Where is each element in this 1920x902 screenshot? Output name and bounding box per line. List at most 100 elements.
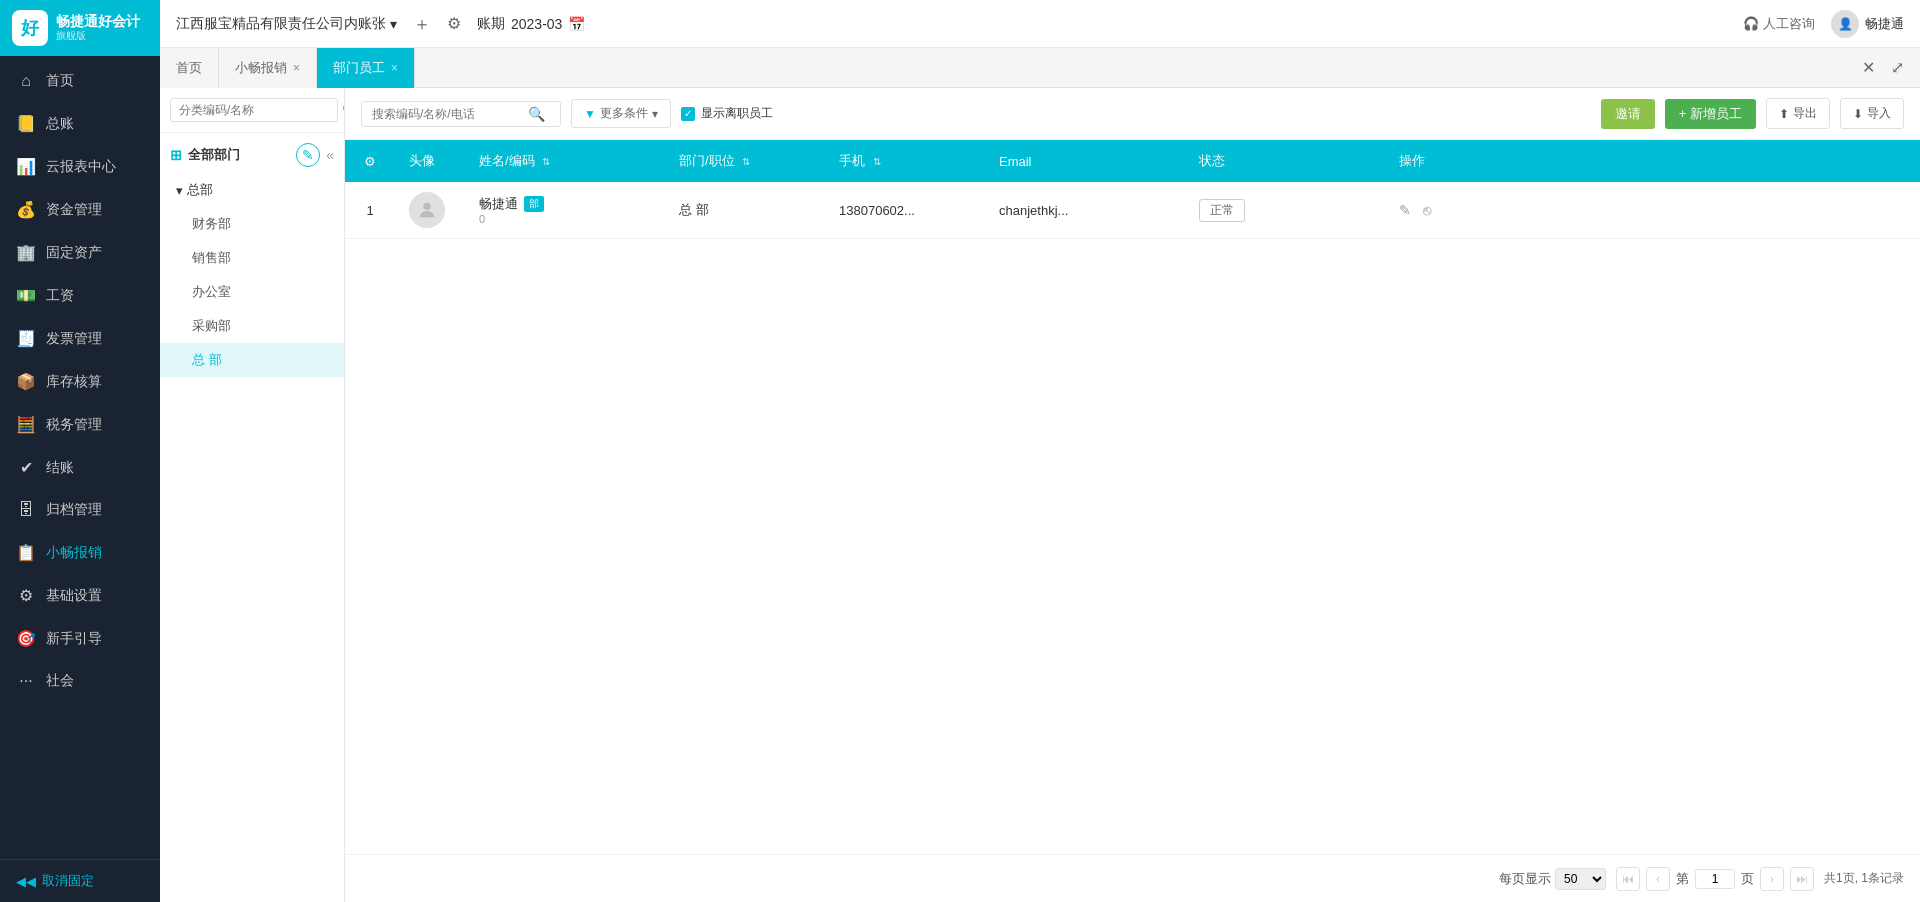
td-avatar	[395, 182, 465, 239]
avatar-icon: 👤	[1838, 17, 1853, 31]
all-departments[interactable]: ⊞ 全部部门	[170, 146, 240, 164]
sidebar-item-settings[interactable]: ⚙ 基础设置	[0, 574, 160, 617]
employee-search-input[interactable]	[372, 107, 522, 121]
export-icon: ⬆	[1779, 107, 1789, 121]
tab-expense-close[interactable]: ×	[293, 61, 300, 75]
show-resigned: 显示离职员工	[681, 105, 773, 122]
employee-search-icon[interactable]: 🔍	[528, 106, 545, 122]
sidebar-item-label: 首页	[46, 72, 74, 90]
tab-dept-employee-close[interactable]: ×	[391, 61, 398, 75]
th-name[interactable]: 姓名/编码 ⇅	[465, 140, 665, 182]
checkout-icon: ✔	[16, 458, 36, 477]
toolbar-right: 邀请 + 新增员工 ⬆ 导出 ⬇ 导入	[1601, 98, 1904, 129]
employee-table: ⚙ 头像 姓名/编码 ⇅ 部门/职位 ⇅	[345, 140, 1920, 239]
per-page-selector[interactable]: 50 100	[1555, 868, 1606, 890]
sidebar-item-tax[interactable]: 🧮 税务管理	[0, 403, 160, 446]
th-status: 状态	[1185, 140, 1385, 182]
export-btn[interactable]: ⬆ 导出	[1766, 98, 1830, 129]
funds-icon: 💰	[16, 200, 36, 219]
th-avatar: 头像	[395, 140, 465, 182]
assets-icon: 🏢	[16, 243, 36, 262]
svg-point-0	[423, 203, 430, 210]
dept-collapse-icon[interactable]: «	[326, 147, 334, 163]
th-name-label: 姓名/编码	[479, 153, 535, 168]
th-status-label: 状态	[1199, 153, 1225, 168]
sidebar-item-label: 基础设置	[46, 587, 102, 605]
sidebar-item-funds[interactable]: 💰 资金管理	[0, 188, 160, 231]
sidebar-item-home[interactable]: ⌂ 首页	[0, 60, 160, 102]
th-dept[interactable]: 部门/职位 ⇅	[665, 140, 825, 182]
sidebar-item-more[interactable]: ··· 社会	[0, 660, 160, 702]
td-email: chanjethkj...	[985, 182, 1185, 239]
pagination: 每页显示 50 100 ⏮ ‹ 第 页 › ⏭ 共1页, 1条记录	[345, 854, 1920, 902]
close-window-icon[interactable]: ✕	[1858, 54, 1879, 81]
first-page-btn[interactable]: ⏮	[1616, 867, 1640, 891]
company-name[interactable]: 江西服宝精品有限责任公司内账张 ▾	[176, 15, 397, 33]
th-phone[interactable]: 手机 ⇅	[825, 140, 985, 182]
sidebar-item-expense[interactable]: 📋 小畅报销	[0, 531, 160, 574]
add-employee-btn[interactable]: + 新增员工	[1665, 99, 1756, 129]
settings-icon: ⚙	[16, 586, 36, 605]
sidebar-item-label: 固定资产	[46, 244, 102, 262]
th-dept-label: 部门/职位	[679, 153, 735, 168]
sidebar-item-salary[interactable]: 💵 工资	[0, 274, 160, 317]
invite-btn[interactable]: 邀请	[1601, 99, 1655, 129]
dept-tree-header: ⊞ 全部部门 ✎ «	[160, 133, 344, 173]
import-btn[interactable]: ⬇ 导入	[1840, 98, 1904, 129]
filter-dropdown-icon: ▾	[652, 107, 658, 121]
dept-item-finance[interactable]: 财务部	[160, 207, 344, 241]
tab-expense[interactable]: 小畅报销 ×	[219, 48, 317, 88]
dept-item-general[interactable]: ▾ 总部	[160, 173, 344, 207]
maximize-icon[interactable]: ⤢	[1887, 54, 1908, 81]
next-page-btn[interactable]: ›	[1760, 867, 1784, 891]
sidebar-item-guide[interactable]: 🎯 新手引导	[0, 617, 160, 660]
sidebar-item-checkout[interactable]: ✔ 结账	[0, 446, 160, 489]
dept-item-purchase[interactable]: 采购部	[160, 309, 344, 343]
invoice-icon: 🧾	[16, 329, 36, 348]
logo-sub: 旗舰版	[56, 29, 140, 43]
sidebar-item-invoice[interactable]: 🧾 发票管理	[0, 317, 160, 360]
account-period: 账期 2023-03 📅	[477, 15, 585, 33]
edit-icon[interactable]: ✎	[1399, 202, 1411, 218]
calendar-icon[interactable]: 📅	[568, 16, 585, 32]
ledger-icon: 📒	[16, 114, 36, 133]
export-label: 导出	[1793, 105, 1817, 122]
user-info[interactable]: 👤 畅捷通	[1831, 10, 1904, 38]
tab-home[interactable]: 首页	[160, 48, 219, 88]
sidebar-item-inventory[interactable]: 📦 库存核算	[0, 360, 160, 403]
last-page-btn[interactable]: ⏭	[1790, 867, 1814, 891]
dept-item-sales[interactable]: 销售部	[160, 241, 344, 275]
inventory-icon: 📦	[16, 372, 36, 391]
dept-item-office[interactable]: 办公室	[160, 275, 344, 309]
dept-add-btn[interactable]: ✎	[296, 143, 320, 167]
customer-service-btn[interactable]: 🎧 人工咨询	[1743, 15, 1815, 33]
td-status: 正常	[1185, 182, 1385, 239]
page-number-input[interactable]	[1695, 869, 1735, 889]
th-settings[interactable]: ⚙	[345, 140, 395, 182]
dept-search-input[interactable]	[170, 98, 338, 122]
name-cell: 畅捷通 部	[479, 195, 651, 213]
customer-service-label: 人工咨询	[1763, 15, 1815, 33]
tab-dept-employee[interactable]: 部门员工 ×	[317, 48, 415, 88]
add-tab-icon[interactable]: ＋	[413, 12, 431, 36]
th-avatar-label: 头像	[409, 153, 435, 168]
show-resigned-checkbox[interactable]	[681, 107, 695, 121]
filter-btn[interactable]: ▼ 更多条件 ▾	[571, 99, 671, 128]
dept-item-head[interactable]: 总 部	[160, 343, 344, 377]
sidebar-item-reports[interactable]: 📊 云报表中心	[0, 145, 160, 188]
dept-arrow-icon: ▾	[176, 183, 183, 198]
page-suffix: 页	[1741, 870, 1754, 888]
page-size-select: 每页显示 50 100	[1499, 868, 1606, 890]
settings-gear-icon[interactable]: ⚙	[447, 14, 461, 33]
prev-page-btn[interactable]: ‹	[1646, 867, 1670, 891]
unpin-button[interactable]: ◀◀ 取消固定	[0, 859, 160, 902]
per-page-label: 每页显示	[1499, 870, 1551, 888]
td-dept: 总 部	[665, 182, 825, 239]
sidebar-item-assets[interactable]: 🏢 固定资产	[0, 231, 160, 274]
sidebar-item-archive[interactable]: 🗄 归档管理	[0, 489, 160, 531]
th-email: Email	[985, 140, 1185, 182]
sidebar-item-label: 库存核算	[46, 373, 102, 391]
sidebar-item-label: 结账	[46, 459, 74, 477]
logout-icon[interactable]: ⎋	[1423, 202, 1431, 218]
sidebar-item-ledger[interactable]: 📒 总账	[0, 102, 160, 145]
